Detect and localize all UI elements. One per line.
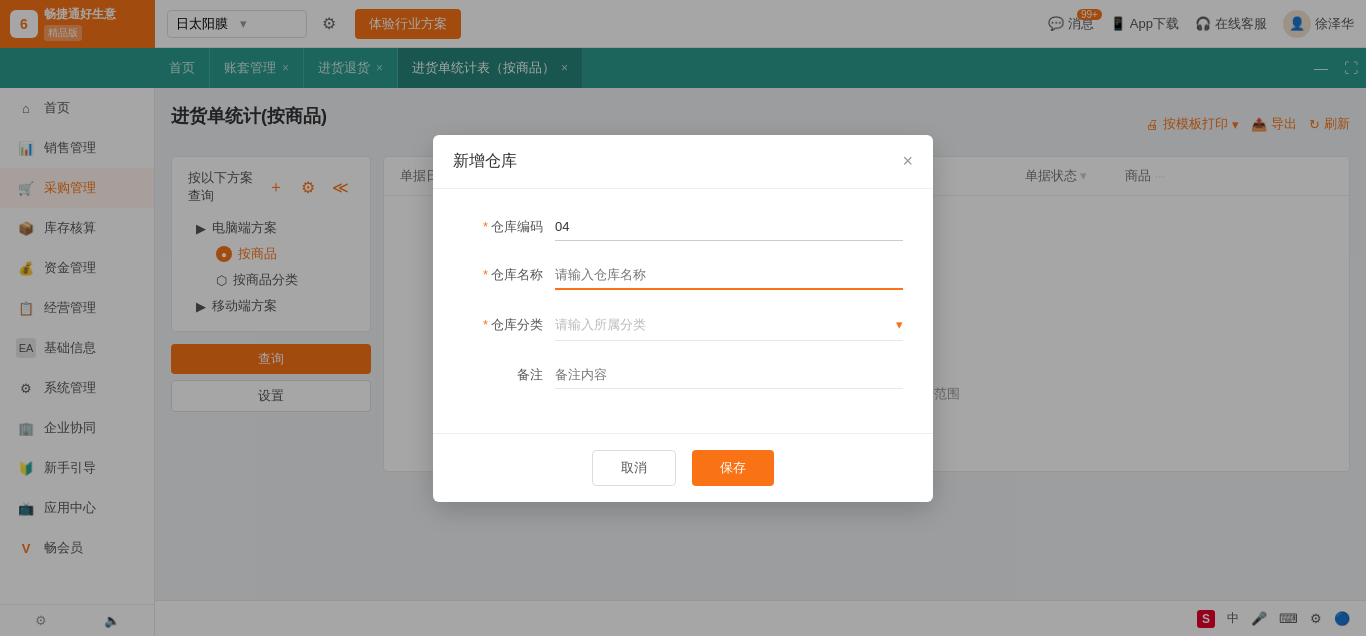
form-row-category: 仓库分类 请输入所属分类 ▾ [463,310,903,341]
remark-input[interactable] [555,361,903,389]
name-input[interactable] [555,261,903,290]
code-input[interactable] [555,213,903,241]
category-select[interactable]: 请输入所属分类 ▾ [555,310,903,341]
modal-body: 仓库编码 仓库名称 仓库分类 请输入所属分类 ▾ 备注 [433,189,933,433]
modal-header: 新增仓库 × [433,135,933,189]
cancel-button[interactable]: 取消 [592,450,676,486]
form-row-code: 仓库编码 [463,213,903,241]
category-label: 仓库分类 [463,316,543,334]
category-placeholder: 请输入所属分类 [555,316,646,334]
remark-label: 备注 [463,366,543,384]
dropdown-arrow-icon: ▾ [896,317,903,332]
save-button[interactable]: 保存 [692,450,774,486]
form-row-name: 仓库名称 [463,261,903,290]
modal-close-button[interactable]: × [902,151,913,172]
modal-footer: 取消 保存 [433,433,933,502]
form-row-remark: 备注 [463,361,903,389]
code-label: 仓库编码 [463,218,543,236]
new-warehouse-modal: 新增仓库 × 仓库编码 仓库名称 仓库分类 请输入所属分类 ▾ 备注 [433,135,933,502]
modal-overlay: 新增仓库 × 仓库编码 仓库名称 仓库分类 请输入所属分类 ▾ 备注 [0,0,1366,636]
name-label: 仓库名称 [463,266,543,284]
modal-title: 新增仓库 [453,151,517,172]
